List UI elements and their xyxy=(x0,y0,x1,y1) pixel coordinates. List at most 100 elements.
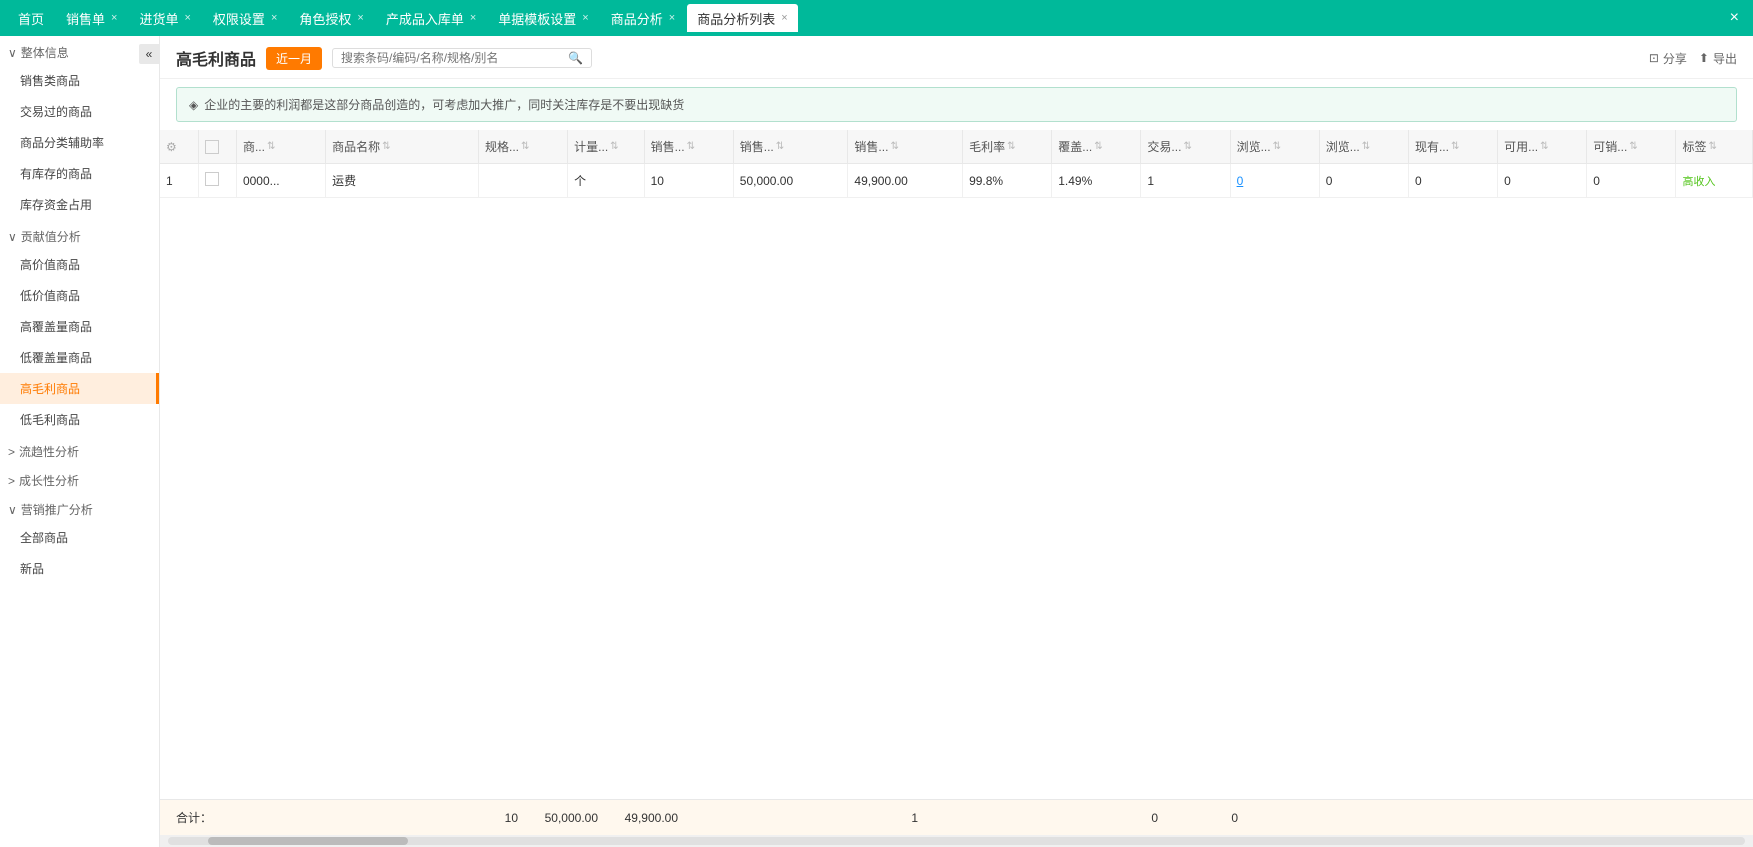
cell-browse1[interactable]: 0 xyxy=(1230,164,1319,198)
close-tab-analysis[interactable]: × xyxy=(669,12,675,24)
sort-icon-browse1[interactable]: ⇅ xyxy=(1273,141,1281,152)
col-label-sales_amount: 销售... xyxy=(740,138,774,155)
col-header-tag[interactable]: 标签⇅ xyxy=(1676,130,1753,164)
sidebar-collapse-button[interactable]: « xyxy=(139,44,159,64)
scrollbar-track xyxy=(168,837,1745,845)
close-tab-sales[interactable]: × xyxy=(111,12,117,24)
col-header-browse2[interactable]: 浏览...⇅ xyxy=(1319,130,1408,164)
share-icon: ⊡ xyxy=(1649,51,1659,65)
sort-icon-spec[interactable]: ⇅ xyxy=(521,141,529,152)
close-tab-role[interactable]: × xyxy=(357,12,363,24)
close-tab-product-import[interactable]: × xyxy=(470,12,476,24)
sidebar-item-low-freq[interactable]: 低覆盖量商品 xyxy=(0,342,159,373)
top-nav: 首页销售单×进货单×权限设置×角色授权×产成品入库单×单据模板设置×商品分析×商… xyxy=(0,0,1753,36)
col-header-gross_margin[interactable]: 毛利率⇅ xyxy=(963,130,1052,164)
sidebar-group-title-overall[interactable]: ∨整体信息 xyxy=(0,36,159,65)
time-filter-button[interactable]: 近一月 xyxy=(266,47,322,70)
cell-available: 0 xyxy=(1498,164,1587,198)
header-actions: ⊡ 分享 ⬆ 导出 xyxy=(1649,50,1737,67)
close-tab-template[interactable]: × xyxy=(582,12,588,24)
col-header-coverage[interactable]: 覆盖...⇅ xyxy=(1052,130,1141,164)
nav-tab-product-import[interactable]: 产成品入库单× xyxy=(376,4,486,32)
sort-icon-transaction[interactable]: ⇅ xyxy=(1183,141,1191,152)
share-button[interactable]: ⊡ 分享 xyxy=(1649,50,1687,67)
col-header-transaction[interactable]: 交易...⇅ xyxy=(1141,130,1230,164)
sort-icon-unit[interactable]: ⇅ xyxy=(610,141,618,152)
footer-label: 合计： xyxy=(176,809,256,826)
close-tab-permission[interactable]: × xyxy=(271,12,277,24)
sort-icon-coverage[interactable]: ⇅ xyxy=(1094,141,1102,152)
sidebar: « ∨整体信息销售类商品交易过的商品商品分类辅助率有库存的商品库存资金占用∨贡献… xyxy=(0,36,160,847)
close-tab-import[interactable]: × xyxy=(184,12,190,24)
content-header: 高毛利商品 近一月 🔍 ⊡ 分享 ⬆ 导出 xyxy=(160,36,1753,79)
search-icon[interactable]: 🔍 xyxy=(568,51,583,65)
sort-icon-current_stock[interactable]: ⇅ xyxy=(1451,141,1459,152)
sidebar-item-analysis-assist[interactable]: 商品分类辅助率 xyxy=(0,127,159,158)
search-input[interactable] xyxy=(341,51,564,65)
nav-tab-home[interactable]: 首页 xyxy=(8,4,54,32)
sidebar-group-title-trend-analysis[interactable]: >流趋性分析 xyxy=(0,435,159,464)
sort-icon-available[interactable]: ⇅ xyxy=(1540,141,1548,152)
col-label-spec: 规格... xyxy=(485,138,519,155)
sort-icon-code[interactable]: ⇅ xyxy=(267,141,275,152)
sort-icon-sellable[interactable]: ⇅ xyxy=(1629,141,1637,152)
sort-icon-sales_qty[interactable]: ⇅ xyxy=(687,141,695,152)
sidebar-group-title-growth-analysis[interactable]: >成长性分析 xyxy=(0,464,159,493)
sort-icon-sales_cost[interactable]: ⇅ xyxy=(890,141,898,152)
sort-icon-name[interactable]: ⇅ xyxy=(382,141,390,152)
sidebar-group-title-asset-analysis[interactable]: ∨贡献值分析 xyxy=(0,220,159,249)
bottom-scrollbar[interactable] xyxy=(160,835,1753,847)
col-header-sales_amount[interactable]: 销售...⇅ xyxy=(733,130,848,164)
col-header-code[interactable]: 商...⇅ xyxy=(236,130,325,164)
col-header-checkbox[interactable] xyxy=(198,130,236,164)
col-header-sales_cost[interactable]: 销售...⇅ xyxy=(848,130,963,164)
select-all-checkbox[interactable] xyxy=(205,140,219,154)
nav-tab-analysis[interactable]: 商品分析× xyxy=(601,4,685,32)
sidebar-item-inventory-capital[interactable]: 库存资金占用 xyxy=(0,189,159,220)
col-header-unit[interactable]: 计量...⇅ xyxy=(568,130,644,164)
footer-sales-qty: 10 xyxy=(444,811,524,825)
chevron-icon: ∨ xyxy=(8,503,17,517)
nav-tab-sales[interactable]: 销售单× xyxy=(56,4,127,32)
sidebar-item-low-value[interactable]: 低价值商品 xyxy=(0,280,159,311)
close-tab-analysis-list[interactable]: × xyxy=(781,12,787,24)
sidebar-item-traded-goods[interactable]: 交易过的商品 xyxy=(0,96,159,127)
sort-icon-sales_amount[interactable]: ⇅ xyxy=(776,141,784,152)
scrollbar-thumb[interactable] xyxy=(208,837,408,845)
sidebar-group-title-marketing-analysis[interactable]: ∨营销推广分析 xyxy=(0,493,159,522)
sidebar-item-high-freq[interactable]: 高覆盖量商品 xyxy=(0,311,159,342)
close-all-button[interactable]: × xyxy=(1724,9,1745,27)
footer-available: 0 xyxy=(1164,811,1244,825)
row-checkbox[interactable] xyxy=(205,172,219,186)
sidebar-item-inventory-goods[interactable]: 有库存的商品 xyxy=(0,158,159,189)
col-label-browse2: 浏览... xyxy=(1326,138,1360,155)
sidebar-item-high-value[interactable]: 高价值商品 xyxy=(0,249,159,280)
sidebar-item-high-margin[interactable]: 高毛利商品 xyxy=(0,373,159,404)
sort-icon-tag[interactable]: ⇅ xyxy=(1708,141,1716,152)
nav-tab-permission[interactable]: 权限设置× xyxy=(203,4,287,32)
export-button[interactable]: ⬆ 导出 xyxy=(1699,50,1737,67)
chevron-icon: > xyxy=(8,445,15,459)
sidebar-item-new-goods[interactable]: 新品 xyxy=(0,553,159,584)
col-header-sales_qty[interactable]: 销售...⇅ xyxy=(644,130,733,164)
sort-icon-browse2[interactable]: ⇅ xyxy=(1362,141,1370,152)
col-header-spec[interactable]: 规格...⇅ xyxy=(478,130,567,164)
browse-link[interactable]: 0 xyxy=(1237,174,1244,188)
col-header-index[interactable]: ⚙ xyxy=(160,130,198,164)
sidebar-item-sales-goods[interactable]: 销售类商品 xyxy=(0,65,159,96)
cell-browse2: 0 xyxy=(1319,164,1408,198)
sort-icon-gross_margin[interactable]: ⇅ xyxy=(1007,141,1015,152)
sidebar-item-all-goods[interactable]: 全部商品 xyxy=(0,522,159,553)
col-header-browse1[interactable]: 浏览...⇅ xyxy=(1230,130,1319,164)
col-header-current_stock[interactable]: 现有...⇅ xyxy=(1408,130,1497,164)
nav-tab-role[interactable]: 角色授权× xyxy=(289,4,373,32)
col-header-sellable[interactable]: 可销...⇅ xyxy=(1587,130,1676,164)
cell-name[interactable]: 运费 xyxy=(326,164,479,198)
col-header-available[interactable]: 可用...⇅ xyxy=(1498,130,1587,164)
nav-tab-analysis-list[interactable]: 商品分析列表× xyxy=(687,4,797,32)
col-header-name[interactable]: 商品名称⇅ xyxy=(326,130,479,164)
sidebar-item-low-margin[interactable]: 低毛利商品 xyxy=(0,404,159,435)
settings-icon[interactable]: ⚙ xyxy=(166,140,177,154)
nav-tab-template[interactable]: 单据模板设置× xyxy=(488,4,598,32)
nav-tab-import[interactable]: 进货单× xyxy=(129,4,200,32)
